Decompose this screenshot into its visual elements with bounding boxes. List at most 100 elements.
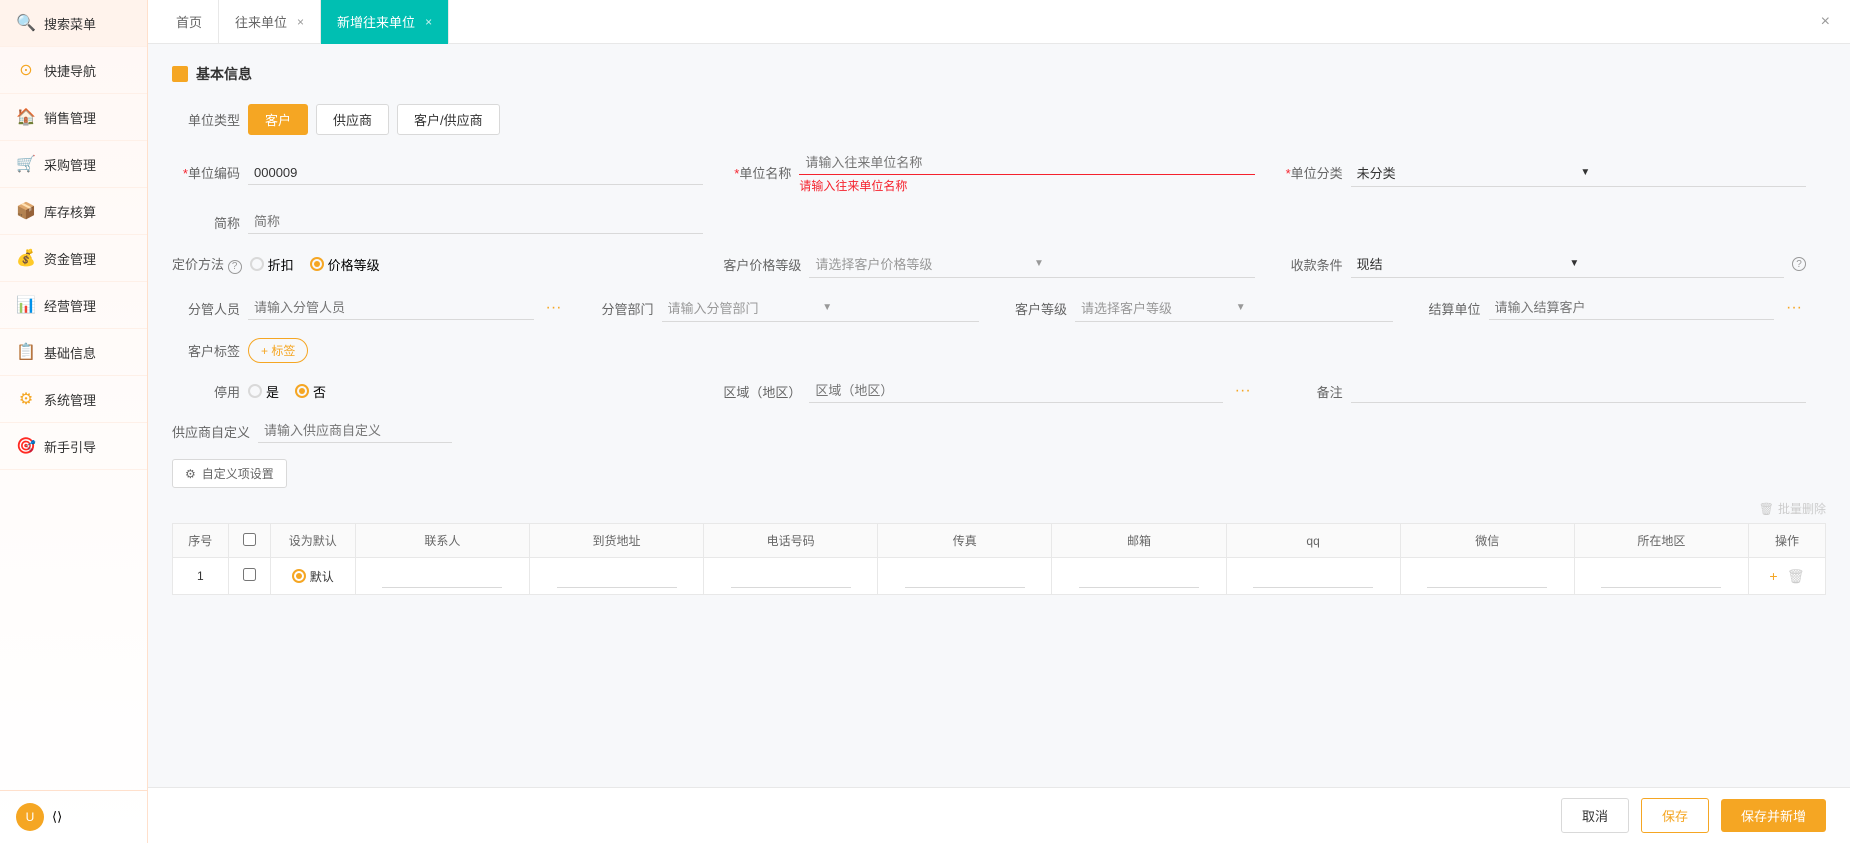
radio-yes[interactable]: 是 xyxy=(248,382,279,401)
area-group: 区域（地区） ··· xyxy=(723,379,1274,403)
payment-help-icon[interactable]: ? xyxy=(1792,257,1806,271)
manager-label: 分管人员 xyxy=(172,299,240,318)
type-btn-supplier[interactable]: 供应商 xyxy=(316,104,389,135)
tab-home[interactable]: 首页 xyxy=(160,0,219,44)
custom-settings-button[interactable]: ⚙ 自定义项设置 xyxy=(172,459,287,488)
radio-price-level[interactable]: 价格等级 xyxy=(310,255,380,274)
sidebar-item-newbie[interactable]: 🎯 新手引导 xyxy=(0,423,147,470)
tab-new-partner-close[interactable]: × xyxy=(425,15,432,29)
sidebar-item-finance[interactable]: 💰 资金管理 xyxy=(0,235,147,282)
save-button[interactable]: 保存 xyxy=(1641,798,1709,833)
pricing-help-icon[interactable]: ? xyxy=(228,260,242,274)
sidebar-item-system[interactable]: ⚙ 系统管理 xyxy=(0,376,147,423)
sidebar-item-quicknav[interactable]: ⊙ 快捷导航 xyxy=(0,47,147,94)
short-name-input[interactable] xyxy=(248,210,703,234)
sidebar: 🔍 搜索菜单 ⊙ 快捷导航 🏠 销售管理 🛒 采购管理 📦 库存核算 💰 资金管… xyxy=(0,0,148,843)
area-more-btn[interactable]: ··· xyxy=(1231,382,1255,400)
customer-price-level-select[interactable]: 请选择客户价格等级 ▼ xyxy=(809,250,1254,278)
fax-input[interactable] xyxy=(905,564,1025,588)
settlement-label: 结算单位 xyxy=(1413,299,1481,318)
radio-yes-label: 是 xyxy=(266,382,279,401)
region-input[interactable] xyxy=(1601,564,1721,588)
radio-circle-yes xyxy=(248,384,262,398)
bottom-bar: 取消 保存 保存并新增 xyxy=(148,787,1850,843)
unit-category-group: *单位分类 未分类 ▼ xyxy=(1275,151,1826,194)
unit-type-buttons: 客户 供应商 客户/供应商 xyxy=(248,104,500,135)
col-phone: 电话号码 xyxy=(704,524,878,558)
main-area: 首页 往来单位 × 新增往来单位 × × 基本信息 单位类型 客户 供应商 客户… xyxy=(148,0,1850,843)
address-input[interactable] xyxy=(557,564,677,588)
sidebar-item-basic[interactable]: 📋 基础信息 xyxy=(0,329,147,376)
sidebar-item-label: 系统管理 xyxy=(44,390,96,409)
add-row-btn[interactable]: + xyxy=(1769,568,1777,584)
wechat-input[interactable] xyxy=(1427,564,1547,588)
col-seq: 序号 xyxy=(173,524,229,558)
bulk-delete-label[interactable]: 批量删除 xyxy=(1778,500,1826,517)
sidebar-item-label: 采购管理 xyxy=(44,155,96,174)
sidebar-item-purchase[interactable]: 🛒 采购管理 xyxy=(0,141,147,188)
short-name-group: 简称 xyxy=(172,210,723,234)
phone-input[interactable] xyxy=(731,564,851,588)
unit-name-input[interactable] xyxy=(799,151,1254,175)
email-input[interactable] xyxy=(1079,564,1199,588)
col-default: 设为默认 xyxy=(270,524,355,558)
table-row: 1 默认 xyxy=(173,558,1826,595)
type-btn-both[interactable]: 客户/供应商 xyxy=(397,104,500,135)
sidebar-item-search[interactable]: 🔍 搜索菜单 xyxy=(0,0,147,47)
unit-category-label: *单位分类 xyxy=(1275,163,1343,182)
customer-level-label: 客户等级 xyxy=(999,299,1067,318)
unit-category-select[interactable]: 未分类 ▼ xyxy=(1351,159,1806,187)
chevron-down-icon: ▼ xyxy=(822,302,973,313)
sidebar-item-label: 快捷导航 xyxy=(44,61,96,80)
unit-code-label: *单位编码 xyxy=(172,163,240,182)
window-close-button[interactable]: × xyxy=(1813,9,1838,35)
settlement-more-btn[interactable]: ··· xyxy=(1782,299,1806,317)
customer-level-select[interactable]: 请选择客户等级 ▼ xyxy=(1075,294,1393,322)
manager-more-btn[interactable]: ··· xyxy=(542,299,566,317)
customer-price-level-group: 客户价格等级 请选择客户价格等级 ▼ xyxy=(723,250,1274,278)
tag-add-btn[interactable]: + 标签 xyxy=(248,338,308,363)
tab-partners[interactable]: 往来单位 × xyxy=(219,0,321,44)
sidebar-item-label: 销售管理 xyxy=(44,108,96,127)
cell-fax xyxy=(878,558,1052,595)
form-content: 基本信息 单位类型 客户 供应商 客户/供应商 *单位编码 xyxy=(148,44,1850,787)
newbie-icon: 🎯 xyxy=(16,436,36,456)
disabled-group: 停用 是 否 xyxy=(172,379,723,403)
customer-tag-group: 客户标签 + 标签 xyxy=(172,338,328,363)
col-email: 邮箱 xyxy=(1052,524,1226,558)
row-checkbox[interactable] xyxy=(243,568,256,581)
sidebar-item-operation[interactable]: 📊 经营管理 xyxy=(0,282,147,329)
radio-no[interactable]: 否 xyxy=(295,382,326,401)
qq-input[interactable] xyxy=(1253,564,1373,588)
cell-ops: + 🗑 xyxy=(1748,558,1825,595)
radio-discount[interactable]: 折扣 xyxy=(250,255,294,274)
unit-code-input[interactable] xyxy=(248,161,703,185)
cell-contact xyxy=(355,558,529,595)
contact-input[interactable] xyxy=(382,564,502,588)
col-region: 所在地区 xyxy=(1574,524,1748,558)
department-select[interactable]: 请输入分管部门 ▼ xyxy=(662,294,980,322)
sidebar-footer: U ⟨⟩ xyxy=(0,790,147,843)
cancel-button[interactable]: 取消 xyxy=(1561,798,1629,833)
department-placeholder: 请输入分管部门 xyxy=(668,298,819,317)
customer-price-level-label: 客户价格等级 xyxy=(723,255,801,274)
select-all-checkbox[interactable] xyxy=(243,533,256,546)
type-btn-customer[interactable]: 客户 xyxy=(248,104,308,135)
payment-terms-select[interactable]: 现结 ▼ xyxy=(1351,250,1784,278)
sidebar-item-inventory[interactable]: 📦 库存核算 xyxy=(0,188,147,235)
manager-input[interactable] xyxy=(248,296,534,320)
settlement-input[interactable] xyxy=(1489,296,1775,320)
save-new-button[interactable]: 保存并新增 xyxy=(1721,799,1826,832)
radio-default[interactable]: 默认 xyxy=(281,568,345,585)
cell-checkbox xyxy=(228,558,270,595)
sidebar-item-sales[interactable]: 🏠 销售管理 xyxy=(0,94,147,141)
cell-address xyxy=(529,558,703,595)
supplier-custom-input[interactable] xyxy=(258,419,452,443)
area-input[interactable] xyxy=(809,379,1222,403)
remark-input[interactable] xyxy=(1351,379,1806,403)
tab-partners-close[interactable]: × xyxy=(297,15,304,29)
tab-new-partner[interactable]: 新增往来单位 × xyxy=(321,0,449,44)
manager-group: 分管人员 ··· xyxy=(172,294,586,322)
delete-row-btn[interactable]: 🗑 xyxy=(1787,568,1805,584)
pricing-method-label: 定价方法 ? xyxy=(172,254,242,274)
